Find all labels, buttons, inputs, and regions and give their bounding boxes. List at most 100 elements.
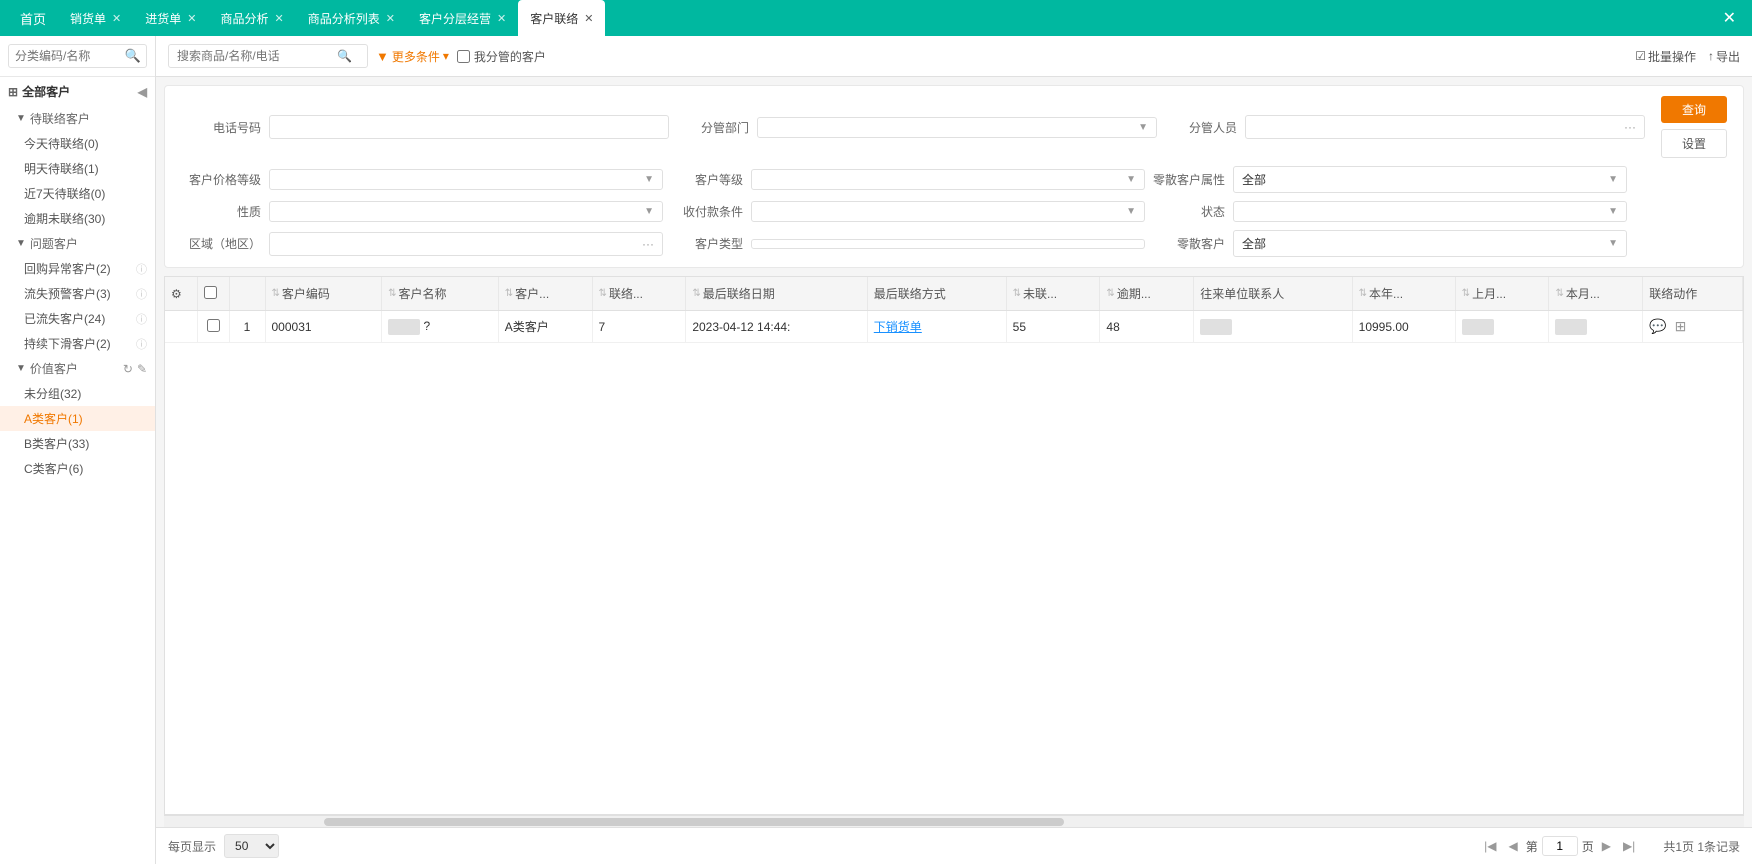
first-page-btn[interactable]: |◀	[1480, 837, 1500, 855]
person-select[interactable]: ···	[1245, 115, 1645, 139]
filter-icon: ▼	[376, 49, 389, 64]
edit-icon[interactable]: ✎	[137, 362, 147, 376]
this-month-grey	[1555, 319, 1587, 335]
tab-purchase-order[interactable]: 进货单 ✕	[133, 0, 208, 36]
region-select[interactable]: ···	[269, 232, 663, 256]
customer-level-select[interactable]: ▼	[751, 169, 1145, 190]
prev-page-btn[interactable]: ◀	[1504, 837, 1521, 855]
scroll-thumb[interactable]	[324, 818, 1064, 826]
gear-icon[interactable]: ⚙	[171, 287, 182, 301]
retail-customer-select[interactable]: 全部 ▼	[1233, 230, 1627, 257]
pagination: |◀ ◀ 第 页 ▶ ▶|	[1480, 836, 1639, 856]
info-icon-1: ⓘ	[136, 261, 147, 277]
th-last-date: ⇅ 最后联络日期	[686, 277, 867, 311]
filter-row-1: 电话号码 分管部门 ▼ 分管人员 ···	[181, 96, 1727, 158]
batch-ops-icon: ☑	[1635, 49, 1646, 63]
sidebar-item-unclassified[interactable]: 未分组(32)	[0, 381, 155, 406]
customer-type-select[interactable]	[751, 239, 1145, 249]
th-last-month: ⇅ 上月...	[1455, 277, 1549, 311]
sidebar-item-overdue[interactable]: 逾期未联络(30)	[0, 206, 155, 231]
settings-button[interactable]: 设置	[1661, 129, 1727, 158]
value-group-actions: ↻ ✎	[123, 362, 147, 376]
th-level: ⇅ 客户...	[498, 277, 592, 311]
home-tab[interactable]: 首页	[8, 0, 58, 36]
sidebar-item-tomorrow[interactable]: 明天待联络(1)	[0, 156, 155, 181]
select-all-checkbox[interactable]	[204, 286, 217, 299]
close-customer-tiering-icon[interactable]: ✕	[497, 12, 506, 25]
retail-attr-select[interactable]: 全部 ▼	[1233, 166, 1627, 193]
collapse-icon[interactable]: ◀	[138, 85, 147, 99]
tab-sales-order[interactable]: 销货单 ✕	[58, 0, 133, 36]
sidebar-group-problem[interactable]: ▼ 问题客户	[0, 231, 155, 256]
close-sales-order-icon[interactable]: ✕	[112, 12, 121, 25]
dept-select-arrow: ▼	[1138, 122, 1148, 133]
all-customers-section[interactable]: ⊞ 全部客户 ◀	[0, 77, 155, 106]
sort-icon-tm: ⇅	[1555, 288, 1563, 299]
row-checkbox[interactable]	[207, 319, 220, 332]
info-icon-2: ⓘ	[136, 286, 147, 302]
sidebar: 🔍 ⊞ 全部客户 ◀ ▼ 待联络客户 今天待联络(0) 明天待联络(1) 近7天…	[0, 36, 156, 864]
export-icon: ↑	[1708, 49, 1714, 63]
search-icon[interactable]: 🔍	[337, 49, 352, 63]
search-input[interactable]	[177, 49, 337, 63]
tab-product-analysis-list[interactable]: 商品分析列表 ✕	[296, 0, 407, 36]
horizontal-scrollbar[interactable]	[164, 815, 1744, 827]
tab-customer-contact[interactable]: 客户联络 ✕	[518, 0, 605, 36]
tab-customer-tiering[interactable]: 客户分层经营 ✕	[407, 0, 518, 36]
filter-customer-type: 客户类型	[663, 235, 1145, 252]
close-customer-contact-icon[interactable]: ✕	[584, 12, 593, 25]
page-input[interactable]	[1542, 836, 1578, 856]
sidebar-group-pending[interactable]: ▼ 待联络客户	[0, 106, 155, 131]
sidebar-item-declining[interactable]: 持续下滑客户(2) ⓘ	[0, 331, 155, 356]
close-purchase-order-icon[interactable]: ✕	[187, 12, 196, 25]
row-this-year: 10995.00	[1352, 311, 1455, 343]
payment-select[interactable]: ▼	[751, 201, 1145, 222]
status-select[interactable]: ▼	[1233, 201, 1627, 222]
action-buttons: 查询 设置	[1661, 96, 1727, 158]
my-customers-checkbox[interactable]	[457, 50, 470, 63]
footer: 每页显示 50 100 |◀ ◀ 第 页 ▶ ▶| 共1页 1条记录	[156, 827, 1752, 864]
window-close-icon[interactable]: ✕	[1715, 8, 1744, 28]
sidebar-item-repurchase-abnormal[interactable]: 回购异常客户(2) ⓘ	[0, 256, 155, 281]
sidebar-group-value[interactable]: ▼ 价值客户 ↻ ✎	[0, 356, 155, 381]
filter-panel: 电话号码 分管部门 ▼ 分管人员 ···	[164, 85, 1744, 268]
row-contacts: 7	[592, 311, 686, 343]
row-not-contacted: 55	[1006, 311, 1100, 343]
th-contacts: ⇅ 联络...	[592, 277, 686, 311]
more-filter-button[interactable]: ▼ 更多条件 ▾	[376, 48, 449, 65]
sidebar-item-churn-warning[interactable]: 流失预警客户(3) ⓘ	[0, 281, 155, 306]
qr-icon[interactable]: ⊞	[1675, 318, 1687, 335]
close-product-analysis-list-icon[interactable]: ✕	[386, 12, 395, 25]
refresh-icon[interactable]: ↻	[123, 362, 133, 376]
filter-person: 分管人员 ···	[1157, 115, 1645, 139]
content-area: 🔍 ▼ 更多条件 ▾ 我分管的客户 ☑ 批量操作 ↑ 导出	[156, 36, 1752, 864]
phone-input[interactable]	[269, 115, 669, 139]
sort-icon: ⇅	[272, 288, 280, 299]
filter-retail-attr: 零散客户属性 全部 ▼	[1145, 166, 1627, 193]
dept-select[interactable]: ▼	[757, 117, 1157, 138]
status-arrow: ▼	[1608, 206, 1618, 217]
close-product-analysis-icon[interactable]: ✕	[275, 12, 284, 25]
query-button[interactable]: 查询	[1661, 96, 1727, 123]
sidebar-item-7days[interactable]: 近7天待联络(0)	[0, 181, 155, 206]
sidebar-item-class-b[interactable]: B类客户(33)	[0, 431, 155, 456]
th-this-year: ⇅ 本年...	[1352, 277, 1455, 311]
nature-select[interactable]: ▼	[269, 201, 663, 222]
next-page-btn[interactable]: ▶	[1598, 837, 1615, 855]
price-level-select[interactable]: ▼	[269, 169, 663, 190]
sidebar-item-class-c[interactable]: C类客户(6)	[0, 456, 155, 481]
chat-icon[interactable]: 💬	[1649, 318, 1666, 335]
retail-attr-arrow: ▼	[1608, 174, 1618, 185]
last-page-btn[interactable]: ▶|	[1619, 837, 1639, 855]
sidebar-item-class-a[interactable]: A类客户(1)	[0, 406, 155, 431]
row-last-date: 2023-04-12 14:44:	[686, 311, 867, 343]
sidebar-item-today[interactable]: 今天待联络(0)	[0, 131, 155, 156]
batch-ops-button[interactable]: ☑ 批量操作	[1635, 48, 1696, 65]
tab-product-analysis[interactable]: 商品分析 ✕	[208, 0, 295, 36]
sidebar-search-icon[interactable]: 🔍	[125, 48, 141, 64]
filter-region: 区域（地区） ···	[181, 232, 663, 256]
export-button[interactable]: ↑ 导出	[1708, 48, 1740, 65]
per-page-select[interactable]: 50 100	[224, 834, 279, 858]
th-action: 联络动作	[1643, 277, 1743, 311]
sidebar-item-churned[interactable]: 已流失客户(24) ⓘ	[0, 306, 155, 331]
